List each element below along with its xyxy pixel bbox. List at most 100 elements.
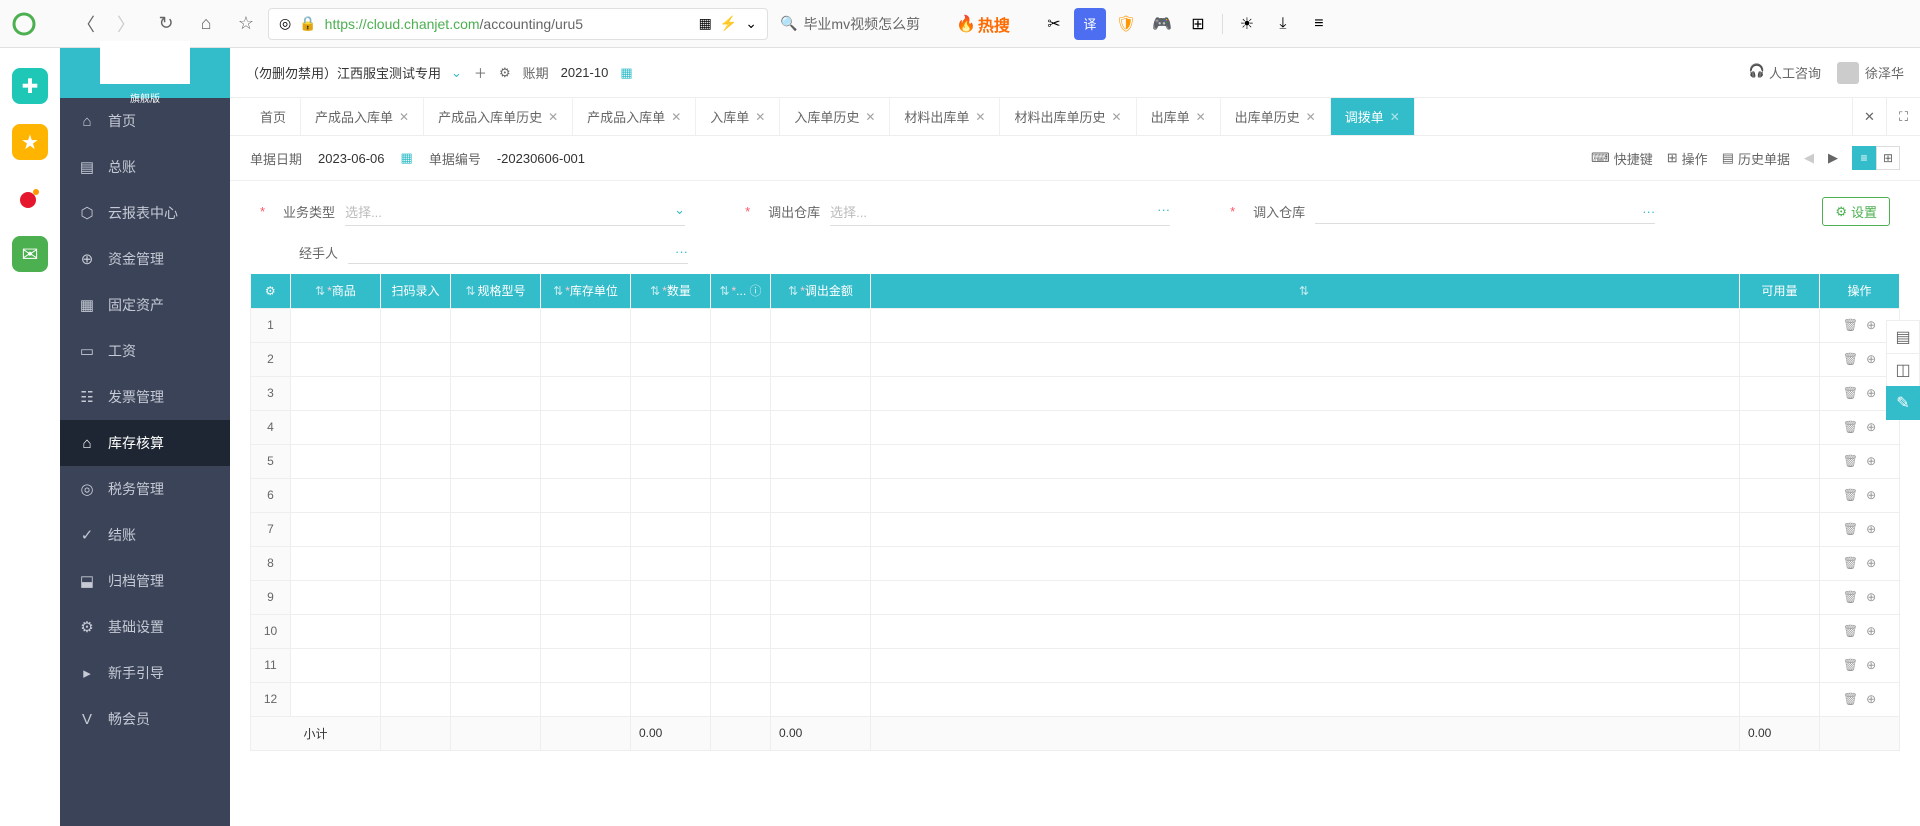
delete-icon[interactable]: 🗑 <box>1843 522 1858 536</box>
cell[interactable] <box>631 478 711 512</box>
cell[interactable] <box>541 410 631 444</box>
sidebar-item-11[interactable]: ⚙基础设置 <box>60 604 230 650</box>
cell[interactable] <box>541 580 631 614</box>
cell[interactable] <box>871 410 1740 444</box>
cell[interactable] <box>711 682 771 716</box>
tab-9[interactable]: 出库单历史✕ <box>1221 98 1331 135</box>
cell[interactable] <box>381 682 451 716</box>
cell[interactable] <box>451 410 541 444</box>
cell[interactable] <box>1740 614 1820 648</box>
cell[interactable] <box>871 682 1740 716</box>
cell[interactable] <box>541 682 631 716</box>
copy-icon[interactable]: ⊕ <box>1866 658 1876 672</box>
sidebar-item-13[interactable]: V畅会员 <box>60 696 230 742</box>
cell[interactable] <box>451 478 541 512</box>
table-row[interactable]: 9🗑⊕ <box>251 580 1900 614</box>
cell[interactable] <box>451 376 541 410</box>
shortcut-link[interactable]: ⌨快捷键 <box>1591 149 1653 168</box>
prev-icon[interactable]: ◀ <box>1804 150 1814 166</box>
close-icon[interactable]: ✕ <box>1112 110 1122 124</box>
cell[interactable] <box>771 648 871 682</box>
col-spec[interactable]: ⇅规格型号 <box>451 274 541 308</box>
close-icon[interactable]: ✕ <box>865 110 875 124</box>
cell[interactable] <box>871 376 1740 410</box>
nav-bookmark[interactable]: ☆ <box>228 6 264 42</box>
delete-icon[interactable]: 🗑 <box>1843 590 1858 604</box>
cell[interactable] <box>451 512 541 546</box>
tab-7[interactable]: 材料出库单历史✕ <box>1000 98 1136 135</box>
nav-home[interactable]: ⌂ <box>188 6 224 42</box>
cell[interactable] <box>711 580 771 614</box>
cell[interactable] <box>451 546 541 580</box>
cell[interactable] <box>291 546 381 580</box>
history-link[interactable]: ▤历史单据 <box>1722 149 1790 168</box>
shield-orange-icon[interactable]: 🛡 <box>1110 8 1142 40</box>
cell[interactable] <box>451 648 541 682</box>
cell[interactable] <box>541 308 631 342</box>
cell[interactable] <box>541 512 631 546</box>
sidebar-item-1[interactable]: ▤总账 <box>60 144 230 190</box>
browser-search[interactable]: 🔍 毕业mv视频怎么剪 <box>772 8 952 40</box>
sidebar-item-6[interactable]: ☷发票管理 <box>60 374 230 420</box>
table-row[interactable]: 10🗑⊕ <box>251 614 1900 648</box>
nav-back[interactable]: 〈 <box>68 6 104 42</box>
biz-type-input[interactable]: 选择...⌄ <box>345 198 685 226</box>
cell[interactable] <box>711 342 771 376</box>
cell[interactable] <box>631 444 711 478</box>
cell[interactable] <box>291 410 381 444</box>
cell[interactable] <box>711 376 771 410</box>
cell[interactable] <box>1740 308 1820 342</box>
close-icon[interactable]: ✕ <box>755 110 765 124</box>
table-row[interactable]: 1🗑⊕ <box>251 308 1900 342</box>
rail-btn-3[interactable]: ✎ <box>1886 386 1920 420</box>
col-blank[interactable]: ⇅ <box>871 274 1740 308</box>
qr-icon[interactable]: ▦ <box>699 15 712 32</box>
cell[interactable] <box>541 614 631 648</box>
os-app-weibo[interactable] <box>12 180 48 216</box>
cell[interactable] <box>1740 580 1820 614</box>
cell[interactable] <box>451 682 541 716</box>
view-list[interactable]: ≡ <box>1852 146 1876 170</box>
cell[interactable] <box>771 342 871 376</box>
cell[interactable] <box>291 648 381 682</box>
cell[interactable] <box>871 478 1740 512</box>
copy-icon[interactable]: ⊕ <box>1866 692 1876 706</box>
col-unit[interactable]: ⇅*库存单位 <box>541 274 631 308</box>
close-icon[interactable]: ✕ <box>671 110 681 124</box>
close-icon[interactable]: ✕ <box>1390 110 1400 124</box>
tab-10[interactable]: 调拨单✕ <box>1331 98 1415 135</box>
cell[interactable] <box>711 478 771 512</box>
cell[interactable] <box>631 682 711 716</box>
delete-icon[interactable]: 🗑 <box>1843 624 1858 638</box>
tab-0[interactable]: 首页 <box>246 98 301 135</box>
operate-link[interactable]: ⊞操作 <box>1667 149 1708 168</box>
org-selector[interactable]: （勿删勿禁用）江西服宝测试专用 ⌄ <box>246 63 462 82</box>
cell[interactable] <box>381 444 451 478</box>
tab-4[interactable]: 入库单✕ <box>696 98 780 135</box>
copy-icon[interactable]: ⊕ <box>1866 556 1876 570</box>
cell[interactable] <box>871 308 1740 342</box>
gear-icon[interactable]: ⚙ <box>499 65 511 81</box>
cell[interactable] <box>381 648 451 682</box>
doc-date-value[interactable]: 2023-06-06 <box>318 151 385 166</box>
cell[interactable] <box>451 342 541 376</box>
tab-8[interactable]: 出库单✕ <box>1137 98 1221 135</box>
cell[interactable] <box>871 546 1740 580</box>
cell[interactable] <box>771 614 871 648</box>
table-row[interactable]: 6🗑⊕ <box>251 478 1900 512</box>
sidebar-item-12[interactable]: ▸新手引导 <box>60 650 230 696</box>
sidebar-item-8[interactable]: ◎税务管理 <box>60 466 230 512</box>
os-app-2[interactable]: ★ <box>12 124 48 160</box>
game-icon[interactable]: 🎮 <box>1146 8 1178 40</box>
cell[interactable] <box>771 682 871 716</box>
copy-icon[interactable]: ⊕ <box>1866 522 1876 536</box>
cell[interactable] <box>451 444 541 478</box>
table-row[interactable]: 7🗑⊕ <box>251 512 1900 546</box>
cell[interactable] <box>291 614 381 648</box>
table-row[interactable]: 8🗑⊕ <box>251 546 1900 580</box>
cell[interactable] <box>291 580 381 614</box>
sidebar-item-7[interactable]: ⌂库存核算 <box>60 420 230 466</box>
cell[interactable] <box>541 342 631 376</box>
cell[interactable] <box>871 444 1740 478</box>
nav-reload[interactable]: ↻ <box>148 6 184 42</box>
